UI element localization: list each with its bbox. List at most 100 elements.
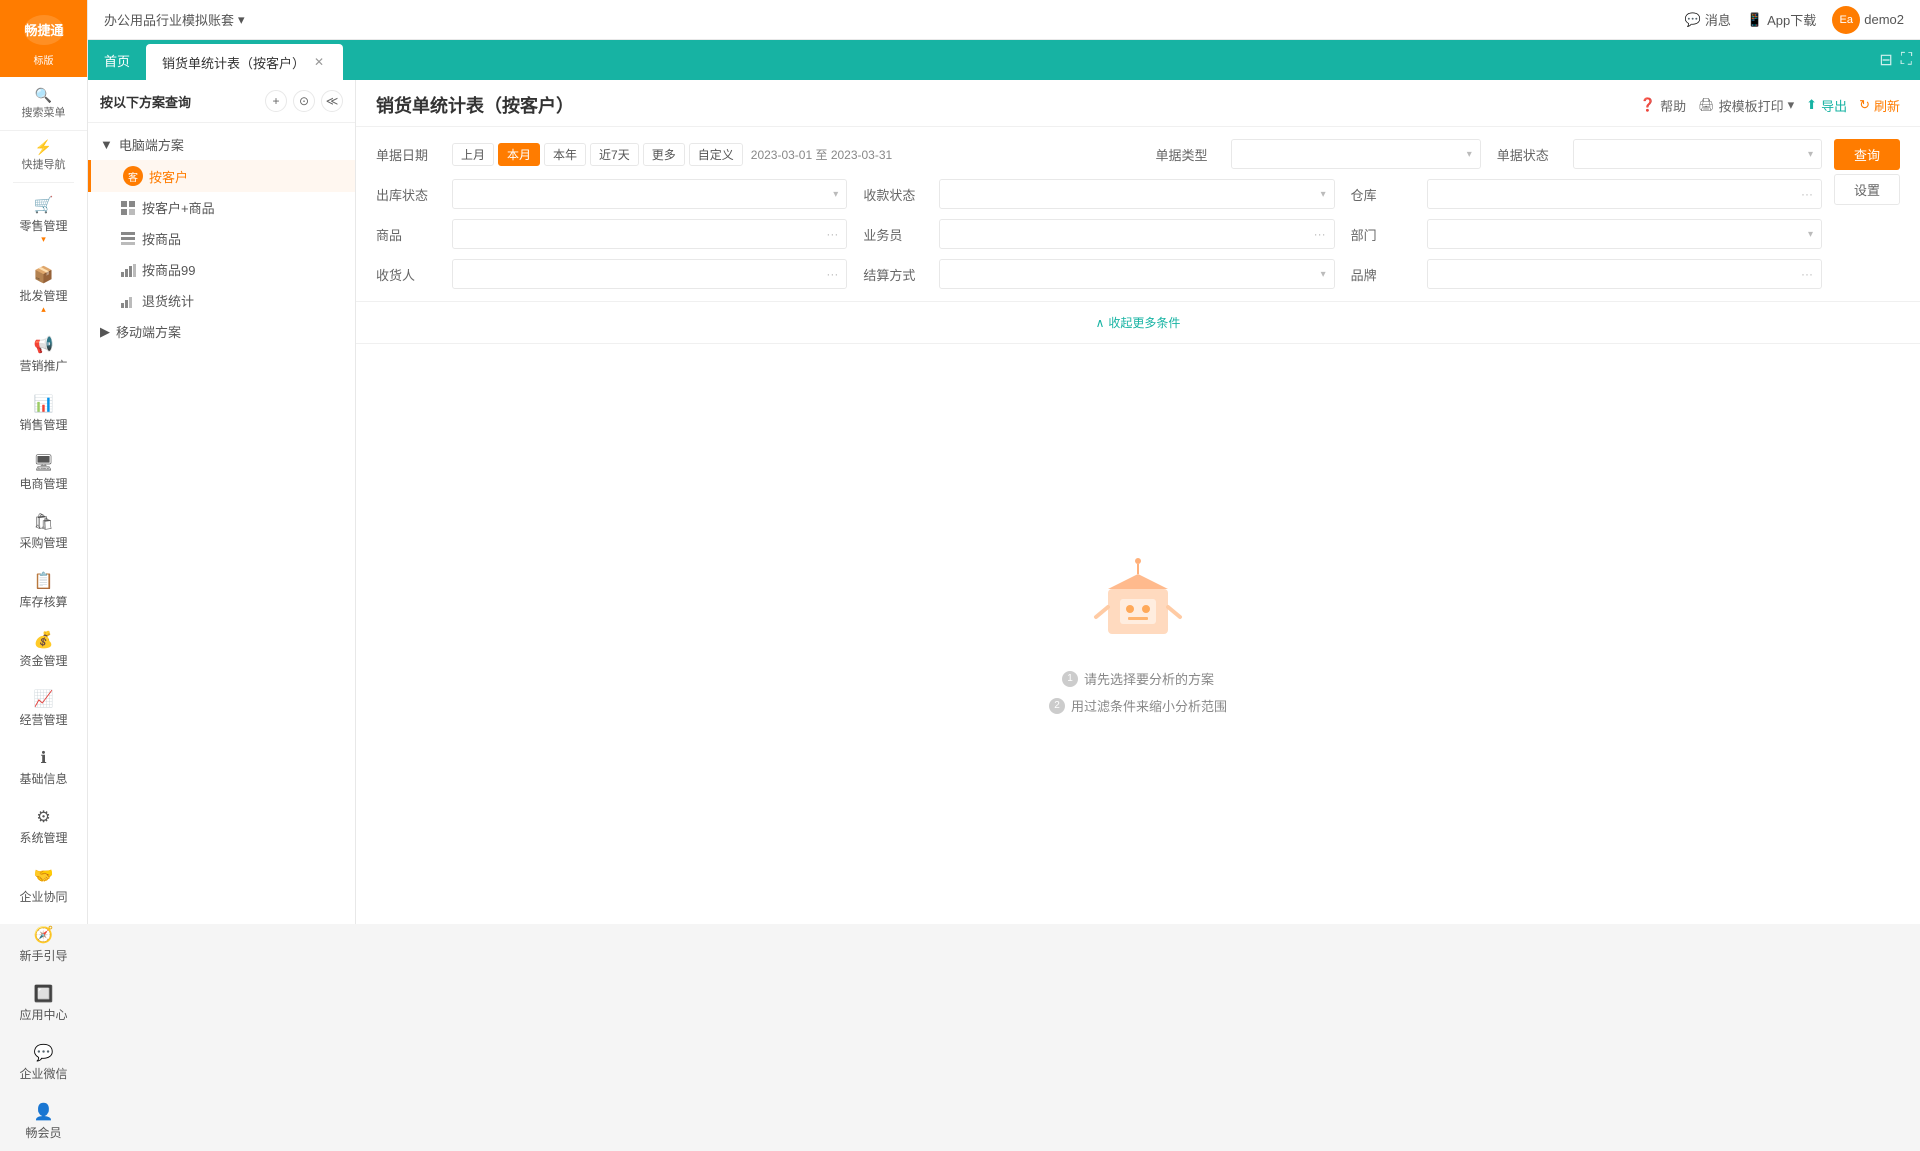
weixin-icon: 💬 xyxy=(34,1043,54,1063)
tree-child-return-stats-label: 退货统计 xyxy=(142,291,194,310)
system-icon: ⚙ xyxy=(36,807,50,827)
operations-icon: 📈 xyxy=(34,689,54,709)
hint1-text: 请先选择要分析的方案 xyxy=(1084,669,1214,688)
tree-child-by-customer-product[interactable]: 按客户+商品 xyxy=(88,192,355,223)
date-btn-7days[interactable]: 近7天 xyxy=(590,143,639,166)
export-button[interactable]: ⬆ 导出 xyxy=(1806,96,1847,115)
tab-home-label: 首页 xyxy=(104,51,130,70)
product-input[interactable]: ··· xyxy=(452,219,847,249)
download-icon: 📱 xyxy=(1747,12,1763,28)
user-profile[interactable]: Ea demo2 xyxy=(1832,6,1904,34)
tree-parent-mobile[interactable]: ▶ 移动端方案 xyxy=(88,316,355,347)
department-label: 部门 xyxy=(1351,225,1411,244)
date-btn-custom[interactable]: 自定义 xyxy=(689,143,743,166)
collapse-button[interactable]: ∧ 收起更多条件 xyxy=(1096,308,1181,337)
help-button[interactable]: ❓ 帮助 xyxy=(1640,96,1686,115)
marketing-icon: 📢 xyxy=(34,335,54,355)
action-buttons: 查询 设置 xyxy=(1834,139,1900,205)
warehouse-dots-icon: ··· xyxy=(1801,187,1813,201)
settings-button[interactable]: 设置 xyxy=(1834,174,1900,205)
date-btn-this-month[interactable]: 本月 xyxy=(498,143,540,166)
finance-icon: 💰 xyxy=(34,630,54,650)
settlement-label: 结算方式 xyxy=(863,265,923,284)
logo-svg: 畅捷通 xyxy=(21,13,67,47)
recipient-dots-icon: ··· xyxy=(826,267,838,281)
empty-state: 1 请先选择要分析的方案 2 用过滤条件来缩小分析范围 xyxy=(356,344,1920,924)
department-select[interactable]: ▾ xyxy=(1427,219,1822,249)
order-type-select[interactable]: ▾ xyxy=(1231,139,1480,169)
out-status-select[interactable]: ▾ xyxy=(452,179,847,209)
date-btn-more[interactable]: 更多 xyxy=(643,143,685,166)
left-panel-title: 按以下方案查询 xyxy=(100,92,191,111)
tab-home[interactable]: 首页 xyxy=(88,40,146,80)
tab-sales-report[interactable]: 销货单统计表（按客户） ✕ xyxy=(146,44,343,80)
refresh-button[interactable]: ↻ 刷新 xyxy=(1859,96,1900,115)
warehouse-input[interactable]: ··· xyxy=(1427,179,1822,209)
add-scheme-button[interactable]: + xyxy=(265,90,287,112)
tree-child-by-product99[interactable]: 按商品99 xyxy=(88,254,355,285)
sidebar-item-sales[interactable]: 📊 销售管理 xyxy=(0,384,87,443)
edit-scheme-button[interactable]: ⊙ xyxy=(293,90,315,112)
sidebar-item-wholesale[interactable]: 📦 批发管理 ▴ xyxy=(0,255,87,325)
hint1-num: 1 xyxy=(1062,671,1078,687)
tab-minimize-icon[interactable]: ⊟ xyxy=(1879,50,1892,70)
tree-child-by-customer[interactable]: 客 按客户 xyxy=(88,160,355,192)
sidebar-item-marketing[interactable]: 📢 营销推广 xyxy=(0,325,87,384)
print-dropdown-icon: ▾ xyxy=(1788,97,1795,113)
by-customer-icon: 客 xyxy=(123,166,143,186)
settlement-arrow-icon: ▾ xyxy=(1321,269,1326,280)
user-name: demo2 xyxy=(1864,12,1904,27)
sidebar-item-appstore[interactable]: 🔲 应用中心 xyxy=(0,974,87,1033)
sidebar-item-basic-info[interactable]: ℹ 基础信息 xyxy=(0,738,87,797)
sidebar-logo[interactable]: 畅捷通 标版 xyxy=(0,0,87,77)
search-menu[interactable]: 🔍 搜索菜单 xyxy=(0,77,87,131)
sidebar-item-purchase[interactable]: 🛍 采购管理 xyxy=(0,502,87,561)
settlement-select[interactable]: ▾ xyxy=(939,259,1334,289)
brand-dots-icon: ··· xyxy=(1801,267,1813,281)
date-btn-this-year[interactable]: 本年 xyxy=(544,143,586,166)
salesperson-label: 业务员 xyxy=(863,225,923,244)
date-btn-last-month[interactable]: 上月 xyxy=(452,143,494,166)
app-download-button[interactable]: 📱 App下载 xyxy=(1747,10,1816,29)
filter-row-date: 单据日期 上月 本月 本年 近7天 更多 自定义 2023-03-01 至 20… xyxy=(376,139,1822,169)
filter-row-product: 商品 ··· 业务员 ··· 部门 xyxy=(376,219,1822,249)
sidebar-item-ecommerce[interactable]: 🖥 电商管理 xyxy=(0,443,87,502)
receipt-status-select[interactable]: ▾ xyxy=(939,179,1334,209)
sidebar-item-retail[interactable]: 🛒 零售管理 ▾ xyxy=(0,185,87,255)
industry-selector[interactable]: 办公用品行业模拟账套 ▾ xyxy=(104,10,245,29)
collapse-panel-button[interactable]: ≪ xyxy=(321,90,343,112)
tree-section: ▼ 电脑端方案 客 按客户 按客户+商品 按商品 xyxy=(88,123,355,353)
tree-parent-desktop[interactable]: ▼ 电脑端方案 xyxy=(88,129,355,160)
page-title: 销货单统计表（按客户） xyxy=(376,92,574,118)
date-filter-label: 单据日期 xyxy=(376,145,436,164)
divider-1 xyxy=(13,182,74,183)
sidebar-item-collab[interactable]: 🤝 企业协同 xyxy=(0,856,87,915)
tree-child-by-product[interactable]: 按商品 xyxy=(88,223,355,254)
order-status-select[interactable]: ▾ xyxy=(1573,139,1822,169)
query-button[interactable]: 查询 xyxy=(1834,139,1900,170)
message-button[interactable]: 💬 消息 xyxy=(1685,10,1731,29)
tree-child-by-product99-label: 按商品99 xyxy=(142,260,195,279)
tab-fullscreen-icon[interactable]: ⛶ xyxy=(1901,51,1912,69)
sidebar-item-system[interactable]: ⚙ 系统管理 xyxy=(0,797,87,856)
empty-hint-2: 2 用过滤条件来缩小分析范围 xyxy=(1049,696,1227,715)
brand-input[interactable]: ··· xyxy=(1427,259,1822,289)
filter-row-status: 出库状态 ▾ 收款状态 ▾ 仓库 xyxy=(376,179,1822,209)
collapse-up-icon: ∧ xyxy=(1096,316,1105,330)
tab-close-icon[interactable]: ✕ xyxy=(311,54,327,70)
recipient-input[interactable]: ··· xyxy=(452,259,847,289)
tree-child-return-stats[interactable]: 退货统计 xyxy=(88,285,355,316)
salesperson-input[interactable]: ··· xyxy=(939,219,1334,249)
date-range-display: 2023-03-01 至 2023-03-31 xyxy=(751,146,892,163)
salesperson-dots-icon: ··· xyxy=(1314,227,1326,241)
sidebar-item-finance[interactable]: 💰 资金管理 xyxy=(0,620,87,679)
print-button[interactable]: 🖨 按模板打印 ▾ xyxy=(1698,96,1794,115)
sidebar-item-membership[interactable]: 👤 畅会员 xyxy=(0,1092,87,1151)
left-panel-actions: + ⊙ ≪ xyxy=(265,90,343,112)
quick-nav[interactable]: ⚡ 快捷导航 xyxy=(0,131,87,180)
sidebar: 畅捷通 标版 🔍 搜索菜单 ⚡ 快捷导航 🛒 零售管理 ▾ 📦 批发管理 ▴ 📢… xyxy=(0,0,88,924)
receipt-status-arrow-icon: ▾ xyxy=(1321,189,1326,200)
sidebar-item-operations[interactable]: 📈 经营管理 xyxy=(0,679,87,738)
sidebar-item-inventory[interactable]: 📋 库存核算 xyxy=(0,561,87,620)
sidebar-item-weixin[interactable]: 💬 企业微信 xyxy=(0,1033,87,1092)
